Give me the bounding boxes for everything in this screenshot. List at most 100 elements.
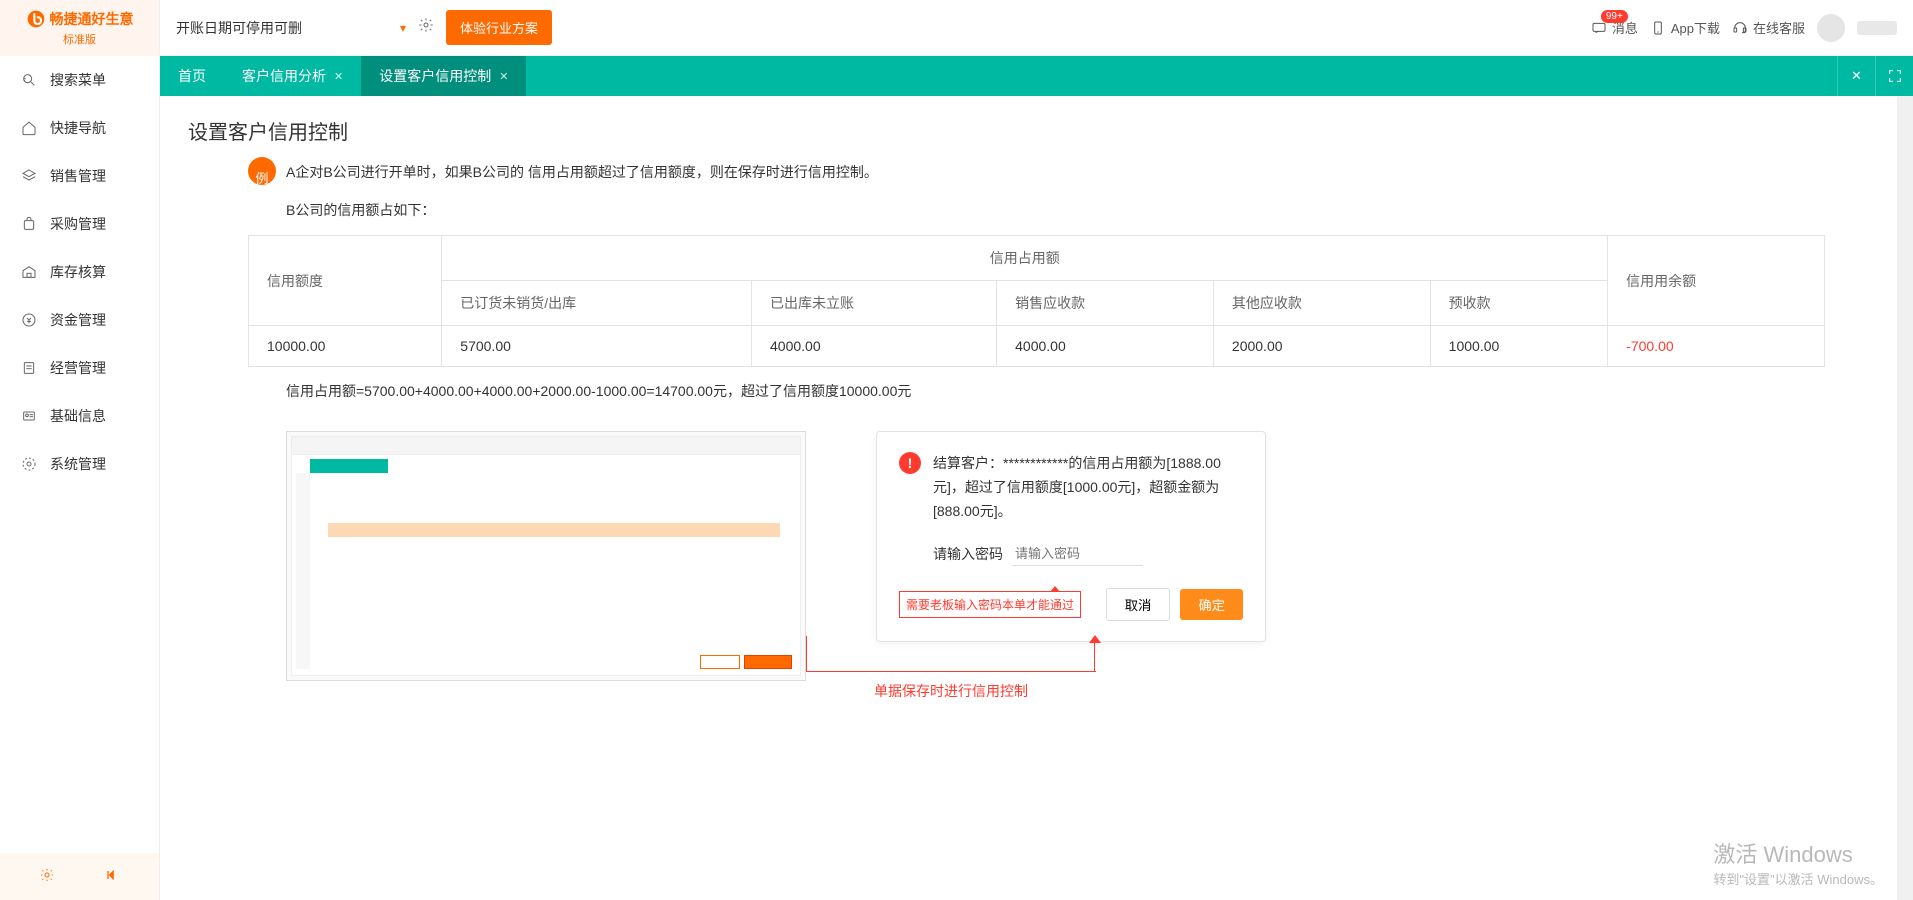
logo-area: 畅捷通好生意 标准版 xyxy=(0,0,160,56)
connector-line xyxy=(806,671,1096,672)
watermark-line2: 转到"设置"以激活 Windows。 xyxy=(1713,869,1883,888)
sidebar-item-label: 基础信息 xyxy=(50,406,106,426)
illustration-caption: 单据保存时进行信用控制 xyxy=(806,681,1096,701)
home-icon xyxy=(20,119,38,137)
headset-icon xyxy=(1732,20,1748,36)
message-badge: 99+ xyxy=(1601,10,1628,23)
th-u3: 销售应收款 xyxy=(997,281,1214,326)
sidebar: 搜索菜单 快捷导航 销售管理 采购管理 库存核算 资金管理 经营管理 基础信息 xyxy=(0,56,160,900)
sidebar-item-label: 采购管理 xyxy=(50,214,106,234)
sidebar-item-quicknav[interactable]: 快捷导航 xyxy=(0,104,159,152)
tab-home[interactable]: 首页 xyxy=(160,56,224,96)
sidebar-item-label: 搜索菜单 xyxy=(50,70,106,90)
avatar[interactable] xyxy=(1817,14,1845,42)
td-u2: 4000.00 xyxy=(752,326,997,367)
sidebar-item-sales[interactable]: 销售管理 xyxy=(0,152,159,200)
th-credit-usage: 信用占用额 xyxy=(442,236,1608,281)
sidebar-item-label: 销售管理 xyxy=(50,166,106,186)
dialog-message: 结算客户：************的信用占用额为[1888.00元]，超过了信用… xyxy=(933,452,1243,523)
mobile-icon xyxy=(1650,20,1666,36)
screenshot-thumbnail xyxy=(286,431,806,681)
watermark-line1: 激活 Windows xyxy=(1713,837,1883,869)
tab-bar: 首页 客户信用分析 ✕ 设置客户信用控制 ✕ ✕ xyxy=(160,56,1913,96)
td-balance: -700.00 xyxy=(1608,326,1825,367)
password-input[interactable] xyxy=(1013,542,1143,566)
support-label: 在线客服 xyxy=(1753,18,1805,37)
bag-icon xyxy=(20,215,38,233)
id-icon xyxy=(20,407,38,425)
example-badge-icon: 例 xyxy=(248,157,276,185)
sidebar-item-label: 资金管理 xyxy=(50,310,106,330)
report-icon xyxy=(20,359,38,377)
close-all-tabs-icon[interactable]: ✕ xyxy=(1837,56,1875,96)
th-u5: 预收款 xyxy=(1430,281,1607,326)
sidebar-item-search[interactable]: 搜索菜单 xyxy=(0,56,159,104)
footer-gear-icon[interactable] xyxy=(39,867,55,886)
messages-link[interactable]: 99+ 消息 xyxy=(1591,18,1638,37)
tab-label: 客户信用分析 xyxy=(242,66,326,86)
td-u3: 4000.00 xyxy=(997,326,1214,367)
tab-credit-analysis[interactable]: 客户信用分析 ✕ xyxy=(224,56,361,96)
sidebar-item-purchase[interactable]: 采购管理 xyxy=(0,200,159,248)
example-description-1: A企对B公司进行开单时，如果B公司的 信用占用额超过了信用额度，则在保存时进行信… xyxy=(286,161,878,183)
sidebar-item-label: 快捷导航 xyxy=(50,118,106,138)
connector-line xyxy=(1094,641,1095,671)
chevron-down-icon: ▾ xyxy=(400,21,406,35)
user-name-placeholder xyxy=(1857,21,1897,35)
td-limit: 10000.00 xyxy=(249,326,442,367)
page-title: 设置客户信用控制 xyxy=(188,116,1885,145)
windows-activation-watermark: 激活 Windows 转到"设置"以激活 Windows。 xyxy=(1713,837,1883,888)
arrow-up-icon xyxy=(1089,635,1101,643)
th-u4: 其他应收款 xyxy=(1213,281,1430,326)
app-download-link[interactable]: App下载 xyxy=(1650,18,1720,37)
illustration-row: ! 结算客户：************的信用占用额为[1888.00元]，超过了… xyxy=(286,431,1825,681)
tab-label: 首页 xyxy=(178,66,206,86)
th-u1: 已订货未销货/出库 xyxy=(442,281,752,326)
boss-password-note: 需要老板输入密码本单才能通过 xyxy=(899,591,1081,618)
account-selector[interactable]: 开账日期可停用可删 ▾ xyxy=(176,18,406,38)
tag-icon xyxy=(20,167,38,185)
topbar: 开账日期可停用可删 ▾ 体验行业方案 99+ 消息 App下载 在线客服 xyxy=(160,0,1913,56)
sidebar-item-label: 系统管理 xyxy=(50,454,106,474)
support-link[interactable]: 在线客服 xyxy=(1732,18,1805,37)
brand-name: 畅捷通好生意 xyxy=(50,9,134,29)
app-download-label: App下载 xyxy=(1671,18,1720,37)
settings-gear-icon[interactable] xyxy=(418,17,434,38)
th-u2: 已出库未立账 xyxy=(752,281,997,326)
th-credit-balance: 信用用余额 xyxy=(1608,236,1825,326)
system-icon xyxy=(20,455,38,473)
sidebar-item-label: 库存核算 xyxy=(50,262,106,282)
account-selector-label: 开账日期可停用可删 xyxy=(176,18,302,38)
industry-plan-button[interactable]: 体验行业方案 xyxy=(446,10,552,45)
collapse-sidebar-icon[interactable] xyxy=(104,867,120,886)
formula-text: 信用占用额=5700.00+4000.00+4000.00+2000.00-10… xyxy=(286,381,1825,401)
sidebar-item-inventory[interactable]: 库存核算 xyxy=(0,248,159,296)
sidebar-item-label: 经营管理 xyxy=(50,358,106,378)
sidebar-item-operations[interactable]: 经营管理 xyxy=(0,344,159,392)
td-u5: 1000.00 xyxy=(1430,326,1607,367)
main: 首页 客户信用分析 ✕ 设置客户信用控制 ✕ ✕ 设置客户信用控制 例 A企对B… xyxy=(160,56,1913,900)
money-icon xyxy=(20,311,38,329)
credit-warning-dialog: ! 结算客户：************的信用占用额为[1888.00元]，超过了… xyxy=(876,431,1266,641)
edition-label: 标准版 xyxy=(63,31,96,47)
sidebar-item-funds[interactable]: 资金管理 xyxy=(0,296,159,344)
sidebar-item-basicinfo[interactable]: 基础信息 xyxy=(0,392,159,440)
credit-limit-table: 信用额度 信用占用额 信用用余额 已订货未销货/出库 已出库未立账 销售应收款 … xyxy=(248,235,1825,367)
password-label: 请输入密码 xyxy=(933,544,1003,564)
tab-label: 设置客户信用控制 xyxy=(379,66,491,86)
example-description-2: B公司的信用额占如下： xyxy=(286,199,1825,221)
warehouse-icon xyxy=(20,263,38,281)
fullscreen-icon[interactable] xyxy=(1875,56,1913,96)
content-area: 设置客户信用控制 例 A企对B公司进行开单时，如果B公司的 信用占用额超过了信用… xyxy=(160,96,1913,900)
th-credit-limit: 信用额度 xyxy=(249,236,442,326)
confirm-button[interactable]: 确定 xyxy=(1180,589,1243,620)
scrollbar-track[interactable] xyxy=(1897,96,1913,900)
close-icon[interactable]: ✕ xyxy=(499,70,508,83)
connector-line xyxy=(806,636,807,671)
search-icon xyxy=(20,71,38,89)
close-icon[interactable]: ✕ xyxy=(334,70,343,83)
tab-credit-control-settings[interactable]: 设置客户信用控制 ✕ xyxy=(361,56,526,96)
cancel-button[interactable]: 取消 xyxy=(1106,588,1171,621)
brand-logo-icon xyxy=(26,9,46,29)
sidebar-item-system[interactable]: 系统管理 xyxy=(0,440,159,488)
